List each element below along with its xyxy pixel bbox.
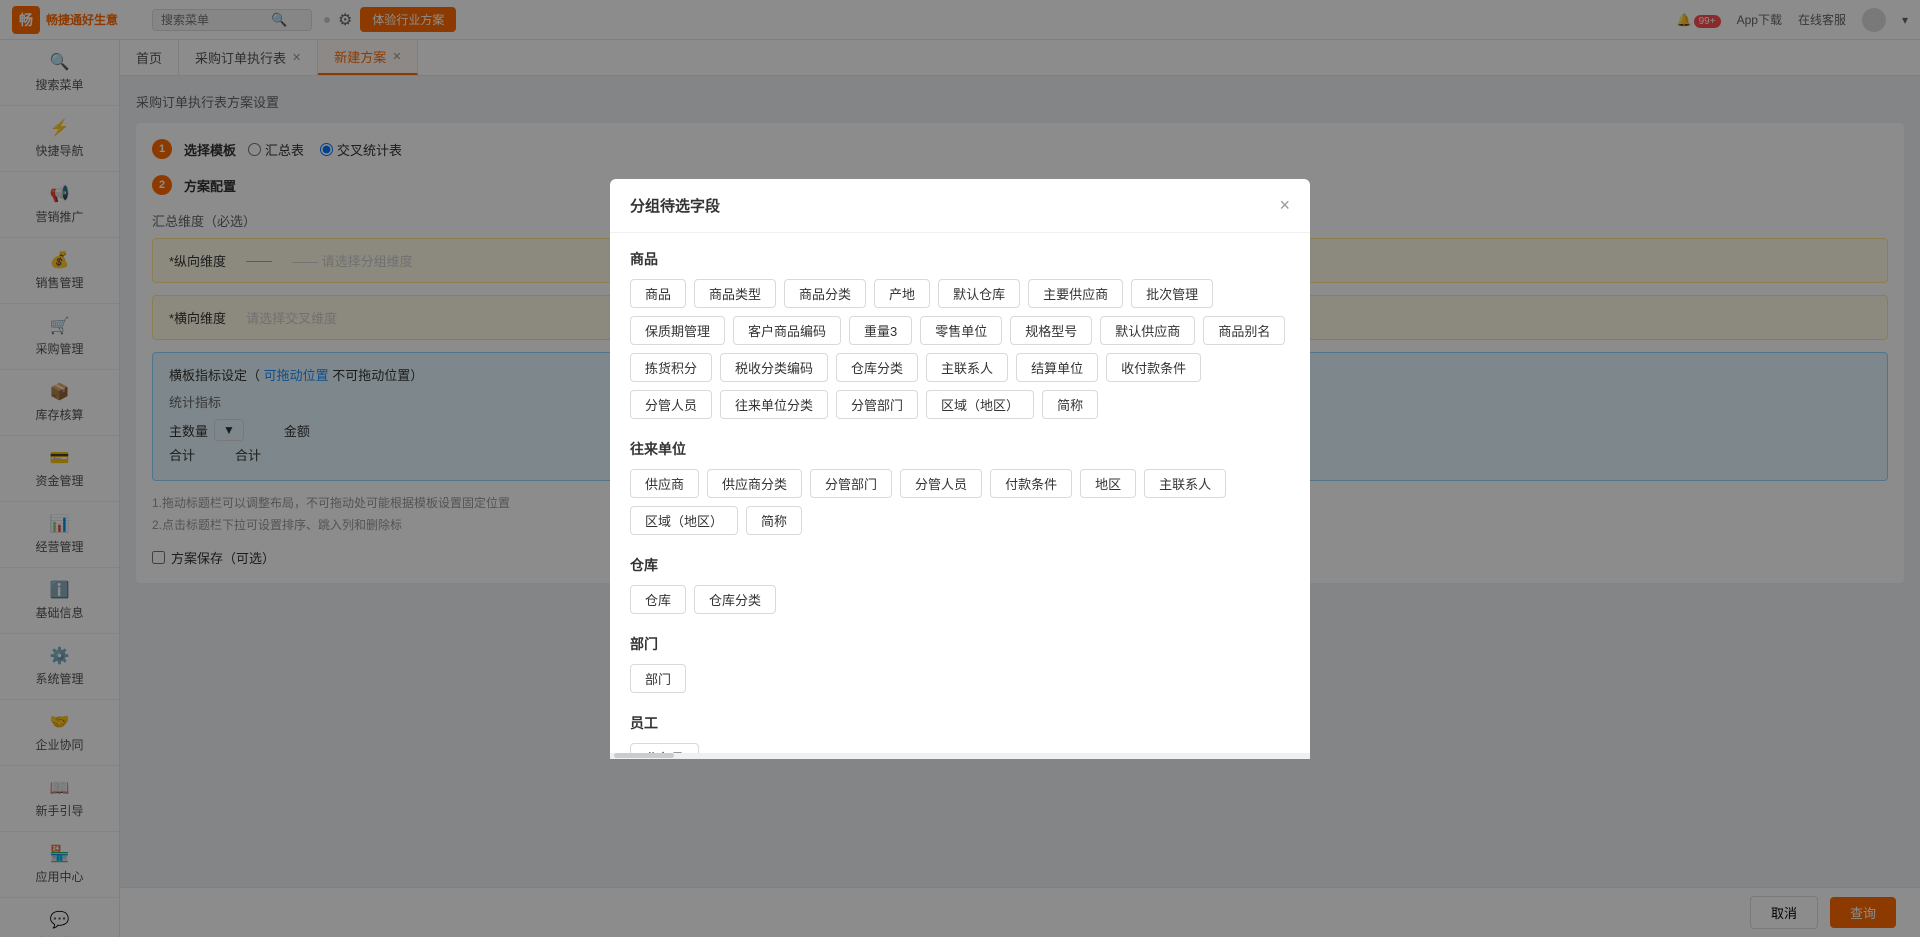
section-title-partner: 往来单位 xyxy=(630,439,1290,459)
field-tag-partner-7[interactable]: 区域（地区） xyxy=(630,506,738,535)
field-tag-partner-8[interactable]: 简称 xyxy=(746,506,802,535)
field-tag-warehouse-1[interactable]: 仓库分类 xyxy=(694,585,776,614)
field-tag-department-0[interactable]: 部门 xyxy=(630,664,686,693)
field-tag-partner-3[interactable]: 分管人员 xyxy=(900,469,982,498)
field-tag-product-4[interactable]: 默认仓库 xyxy=(938,279,1020,308)
field-tags-employee: 业务员 xyxy=(630,743,1290,753)
section-title-warehouse: 仓库 xyxy=(630,555,1290,575)
field-tag-partner-0[interactable]: 供应商 xyxy=(630,469,699,498)
field-tags-partner: 供应商供应商分类分管部门分管人员付款条件地区主联系人区域（地区） 简称 xyxy=(630,469,1290,535)
field-section-product: 商品商品商品类型商品分类产地默认仓库主要供应商批次管理保质期管理客户商品编码重量… xyxy=(630,249,1290,419)
field-tag-product-15[interactable]: 税收分类编码 xyxy=(720,353,828,382)
field-tag-partner-2[interactable]: 分管部门 xyxy=(810,469,892,498)
field-tag-partner-6[interactable]: 主联系人 xyxy=(1144,469,1226,498)
field-tag-product-13[interactable]: 商品别名 xyxy=(1203,316,1285,345)
field-tags-warehouse: 仓库仓库分类 xyxy=(630,585,1290,614)
field-tag-warehouse-0[interactable]: 仓库 xyxy=(630,585,686,614)
field-tag-partner-1[interactable]: 供应商分类 xyxy=(707,469,802,498)
field-section-department: 部门部门 xyxy=(630,634,1290,693)
field-tag-product-21[interactable]: 往来单位分类 xyxy=(720,390,828,419)
section-title-product: 商品 xyxy=(630,249,1290,269)
field-tag-product-18[interactable]: 结算单位 xyxy=(1016,353,1098,382)
modal-title: 分组待选字段 xyxy=(630,195,720,216)
field-tag-product-24[interactable]: 简称 xyxy=(1042,390,1098,419)
field-tags-department: 部门 xyxy=(630,664,1290,693)
field-tag-product-20[interactable]: 分管人员 xyxy=(630,390,712,419)
field-tag-product-7[interactable]: 保质期管理 xyxy=(630,316,725,345)
field-section-warehouse: 仓库仓库仓库分类 xyxy=(630,555,1290,614)
field-tag-product-23[interactable]: 区域（地区） xyxy=(926,390,1034,419)
field-tag-partner-5[interactable]: 地区 xyxy=(1080,469,1136,498)
field-tag-product-17[interactable]: 主联系人 xyxy=(926,353,1008,382)
field-tag-product-8[interactable]: 客户商品编码 xyxy=(733,316,841,345)
modal-body[interactable]: 商品商品商品类型商品分类产地默认仓库主要供应商批次管理保质期管理客户商品编码重量… xyxy=(610,233,1310,753)
modal-horizontal-scrollbar[interactable] xyxy=(610,753,1310,759)
field-tag-product-22[interactable]: 分管部门 xyxy=(836,390,918,419)
modal-close-button[interactable]: × xyxy=(1279,195,1290,216)
field-tag-product-5[interactable]: 主要供应商 xyxy=(1028,279,1123,308)
modal-overlay[interactable]: 分组待选字段 × 商品商品商品类型商品分类产地默认仓库主要供应商批次管理保质期管… xyxy=(0,0,1920,937)
field-tag-product-2[interactable]: 商品分类 xyxy=(784,279,866,308)
section-title-employee: 员工 xyxy=(630,713,1290,733)
field-tag-product-11[interactable]: 规格型号 xyxy=(1010,316,1092,345)
modal-dialog: 分组待选字段 × 商品商品商品类型商品分类产地默认仓库主要供应商批次管理保质期管… xyxy=(610,179,1310,759)
field-section-partner: 往来单位供应商供应商分类分管部门分管人员付款条件地区主联系人区域（地区） 简称 xyxy=(630,439,1290,535)
field-tag-product-6[interactable]: 批次管理 xyxy=(1131,279,1213,308)
field-tag-employee-0[interactable]: 业务员 xyxy=(630,743,699,753)
field-tag-product-19[interactable]: 收付款条件 xyxy=(1106,353,1201,382)
field-section-employee: 员工业务员 xyxy=(630,713,1290,753)
section-title-department: 部门 xyxy=(630,634,1290,654)
field-tags-product: 商品商品类型商品分类产地默认仓库主要供应商批次管理保质期管理客户商品编码重量3 零… xyxy=(630,279,1290,419)
field-tag-product-0[interactable]: 商品 xyxy=(630,279,686,308)
modal-scrollbar-thumb xyxy=(614,753,674,758)
field-tag-product-16[interactable]: 仓库分类 xyxy=(836,353,918,382)
field-tag-partner-4[interactable]: 付款条件 xyxy=(990,469,1072,498)
field-tag-product-14[interactable]: 拣货积分 xyxy=(630,353,712,382)
modal-header: 分组待选字段 × xyxy=(610,179,1310,233)
field-tag-product-3[interactable]: 产地 xyxy=(874,279,930,308)
field-tag-product-1[interactable]: 商品类型 xyxy=(694,279,776,308)
field-tag-product-9[interactable]: 重量3 xyxy=(849,316,912,345)
field-tag-product-10[interactable]: 零售单位 xyxy=(920,316,1002,345)
field-tag-product-12[interactable]: 默认供应商 xyxy=(1100,316,1195,345)
